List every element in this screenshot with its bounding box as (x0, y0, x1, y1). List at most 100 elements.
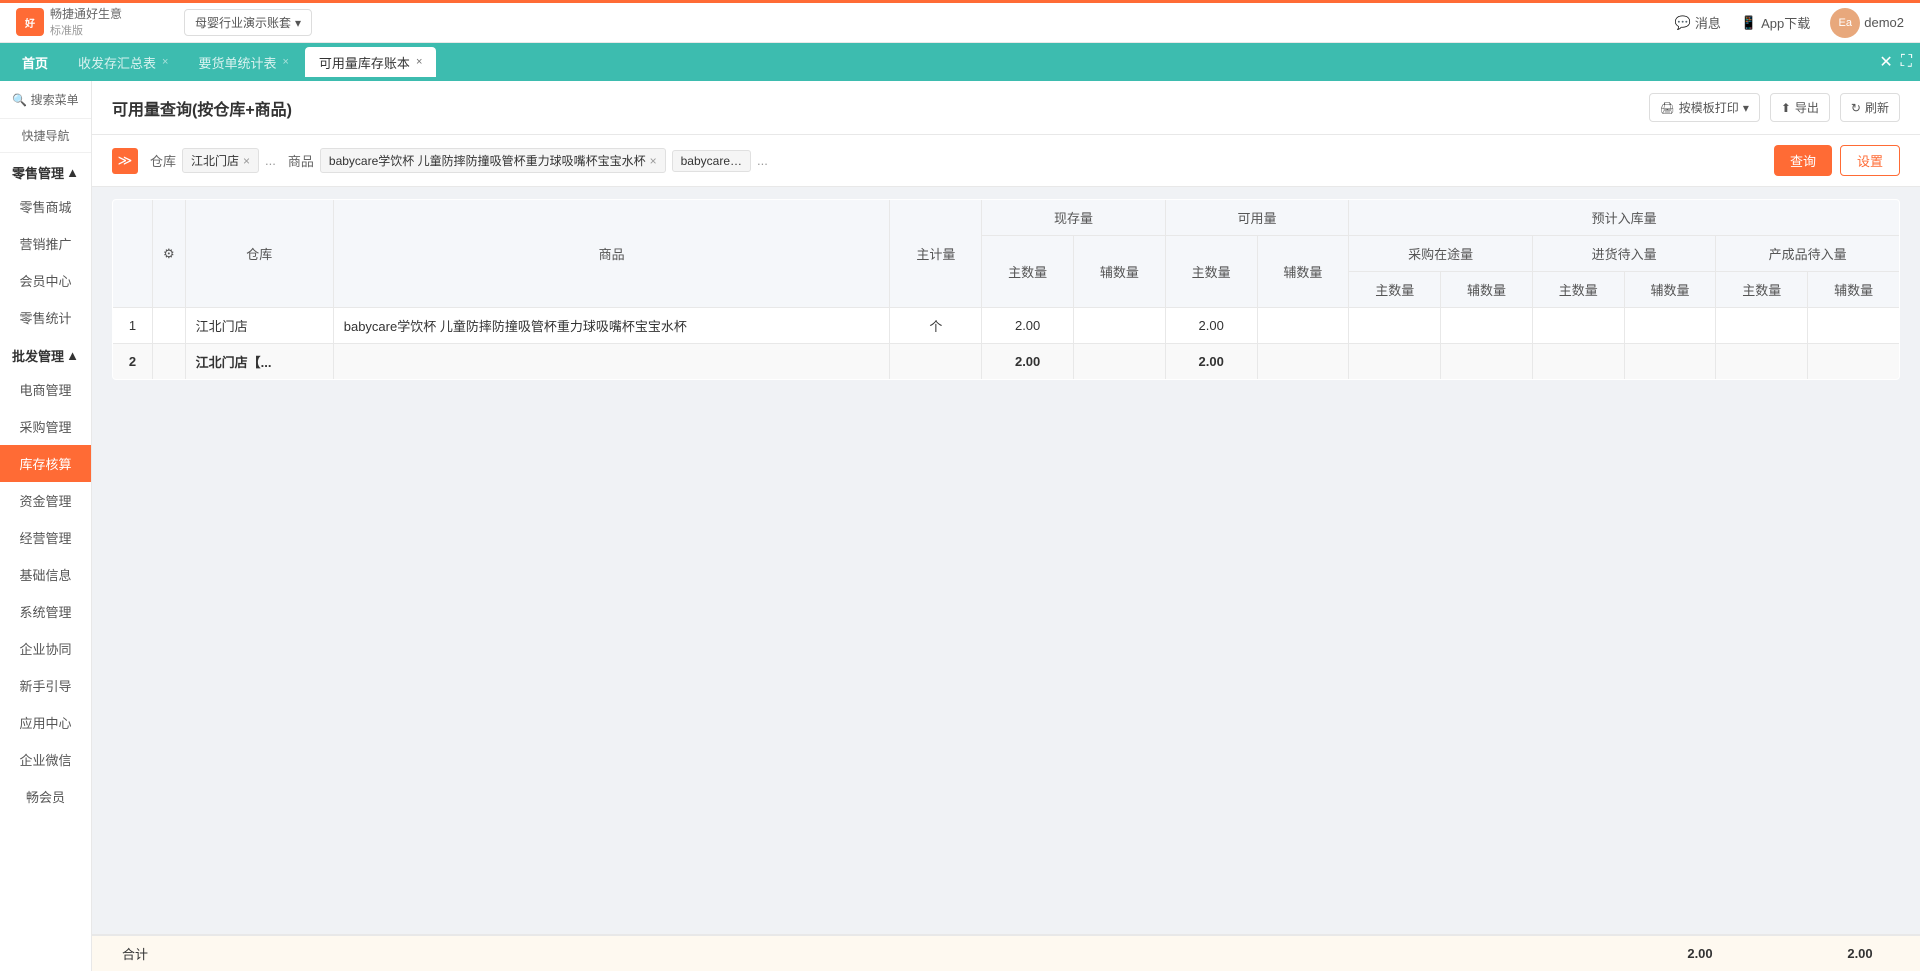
export-label: 导出 (1795, 99, 1819, 116)
tab-inventory-summary[interactable]: 收发存汇总表 × (64, 47, 182, 77)
tab-home[interactable]: 首页 (8, 47, 62, 77)
tab-available-stock-close[interactable]: × (416, 56, 422, 68)
sidebar-item-app-center[interactable]: 应用中心 (0, 704, 91, 741)
sidebar-finance-label: 资金管理 (19, 494, 71, 509)
sidebar-guide-label: 新手引导 (19, 679, 71, 694)
sidebar-item-finance[interactable]: 资金管理 (0, 482, 91, 519)
logo-text: 畅捷通好生意 (50, 7, 122, 21)
sidebar-item-purchasing[interactable]: 采购管理 (0, 408, 91, 445)
row1-available-aux (1257, 308, 1349, 344)
sidebar-item-members[interactable]: 会员中心 (0, 262, 91, 299)
product-tag-1: babycare学饮杯 儿童防摔防撞吸管杯重力球吸嘴杯宝宝水杯 × (320, 148, 666, 173)
top-bar: 好 畅捷通好生意 标准版 母婴行业演示账套 ▾ 💬 消息 📱 App下载 Ea … (0, 3, 1920, 43)
logo-icon: 好 (16, 8, 44, 36)
logo-sub: 标准版 (50, 22, 122, 38)
messages-button[interactable]: 💬 消息 (1675, 13, 1721, 32)
tab-order-stats[interactable]: 要货单统计表 × (184, 47, 302, 77)
col-production-main: 主数量 (1716, 272, 1808, 308)
avatar: Ea (1830, 8, 1860, 38)
sidebar-item-enterprise[interactable]: 企业协同 (0, 630, 91, 667)
sidebar-search[interactable]: 🔍 搜索菜单 (0, 81, 91, 119)
product-tag-2: babycare… (672, 150, 751, 172)
warehouse-tag-text: 江北门店 (191, 152, 239, 169)
app-download-button[interactable]: 📱 App下载 (1741, 13, 1810, 32)
sidebar-quick-nav-label: 快捷导航 (21, 129, 69, 143)
product-filter-label: 商品 (288, 151, 314, 170)
sidebar: 🔍 搜索菜单 快捷导航 零售管理 ▲ 零售商城 营销推广 会员中心 零售统计 批… (0, 81, 92, 971)
table-container[interactable]: ⚙ 仓库 商品 主计量 现存量 可用量 预计入库量 主数量 辅数量 主数量 辅数… (92, 187, 1920, 934)
tab-order-stats-label: 要货单统计表 (198, 53, 276, 72)
col-settings[interactable]: ⚙ (153, 200, 186, 308)
product-tag-1-remove[interactable]: × (650, 154, 657, 168)
refresh-label: 刷新 (1865, 99, 1889, 116)
product-filter-group: 商品 babycare学饮杯 儿童防摔防撞吸管杯重力球吸嘴杯宝宝水杯 × bab… (288, 148, 768, 173)
refresh-icon: ↻ (1851, 101, 1861, 115)
sidebar-item-basics[interactable]: 基础信息 (0, 556, 91, 593)
col-current-stock-group: 现存量 (982, 200, 1166, 236)
warehouse-filter-group: 仓库 江北门店 × ... (150, 148, 276, 173)
chevron-up-icon-2: ▲ (66, 348, 79, 363)
sidebar-section-wholesale[interactable]: 批发管理 ▲ (0, 336, 91, 371)
col-available-group: 可用量 (1165, 200, 1349, 236)
close-window-icon[interactable]: ✕ (1879, 52, 1892, 72)
industry-selector[interactable]: 母婴行业演示账套 ▾ (184, 9, 312, 36)
app-download-label: App下载 (1761, 13, 1810, 32)
sidebar-item-system[interactable]: 系统管理 (0, 593, 91, 630)
sidebar-item-guide[interactable]: 新手引导 (0, 667, 91, 704)
query-button[interactable]: 查询 (1774, 145, 1832, 176)
tab-inventory-summary-close[interactable]: × (162, 56, 168, 68)
sidebar-item-operations[interactable]: 经营管理 (0, 519, 91, 556)
warehouse-tag-remove[interactable]: × (243, 154, 250, 168)
col-incoming-aux: 辅数量 (1624, 272, 1716, 308)
main-layout: 🔍 搜索菜单 快捷导航 零售管理 ▲ 零售商城 营销推广 会员中心 零售统计 批… (0, 81, 1920, 971)
col-inbound-group: 预计入库量 (1349, 200, 1900, 236)
sidebar-item-ecommerce[interactable]: 电商管理 (0, 371, 91, 408)
row1-production-aux (1808, 308, 1900, 344)
template-print-button[interactable]: 🖨 按模板打印 ▾ (1649, 93, 1760, 122)
col-production-aux: 辅数量 (1808, 272, 1900, 308)
user-area[interactable]: Ea demo2 (1830, 8, 1904, 38)
sidebar-retail-label: 零售管理 (12, 163, 64, 182)
print-icon: 🖨 (1660, 101, 1675, 115)
settings-button[interactable]: 设置 (1840, 145, 1900, 176)
logo-text-area: 畅捷通好生意 标准版 (50, 7, 122, 37)
sidebar-section-retail[interactable]: 零售管理 ▲ (0, 153, 91, 188)
product-filter-more[interactable]: ... (757, 153, 768, 168)
warehouse-filter-label: 仓库 (150, 151, 176, 170)
sidebar-item-membership[interactable]: 畅会员 (0, 778, 91, 815)
tab-order-stats-close[interactable]: × (282, 56, 288, 68)
row1-current-aux (1074, 308, 1166, 344)
col-available-main: 主数量 (1165, 236, 1257, 308)
export-icon: ⬆ (1781, 101, 1791, 115)
col-production-group: 产成品待入量 (1716, 236, 1900, 272)
sidebar-item-inventory[interactable]: 库存核算 (0, 445, 91, 482)
refresh-button[interactable]: ↻ 刷新 (1840, 93, 1900, 122)
table-row: 2 江北门店【... 2.00 2.00 (113, 344, 1900, 380)
data-table: ⚙ 仓库 商品 主计量 现存量 可用量 预计入库量 主数量 辅数量 主数量 辅数… (112, 199, 1900, 380)
tab-available-stock[interactable]: 可用量库存账本 × (305, 47, 436, 77)
template-print-label: 按模板打印 (1679, 99, 1739, 116)
sidebar-item-retail-stats[interactable]: 零售统计 (0, 299, 91, 336)
filter-toggle-button[interactable]: ≫ (112, 148, 138, 174)
row1-index: 1 (113, 308, 153, 344)
maximize-icon[interactable]: ⛶ (1901, 53, 1912, 71)
tab-bar-actions: ✕ ⛶ (1879, 52, 1912, 72)
sidebar-item-wechat[interactable]: 企业微信 (0, 741, 91, 778)
row2-warehouse: 江北门店【... (185, 344, 333, 380)
export-button[interactable]: ⬆ 导出 (1770, 93, 1830, 122)
row2-index: 2 (113, 344, 153, 380)
row2-incoming-aux (1624, 344, 1716, 380)
row2-available-aux (1257, 344, 1349, 380)
sidebar-quick-nav[interactable]: 快捷导航 (0, 119, 91, 153)
row2-unit (890, 344, 982, 380)
col-incoming-group: 进货待入量 (1532, 236, 1716, 272)
sidebar-item-marketing[interactable]: 营销推广 (0, 225, 91, 262)
sidebar-ecommerce-label: 电商管理 (19, 383, 71, 398)
sidebar-purchasing-label: 采购管理 (19, 420, 71, 435)
tab-inventory-summary-label: 收发存汇总表 (78, 53, 156, 72)
sidebar-app-center-label: 应用中心 (19, 716, 71, 731)
logo-area: 好 畅捷通好生意 标准版 (16, 7, 176, 37)
warehouse-filter-more[interactable]: ... (265, 153, 276, 168)
sidebar-item-online-store[interactable]: 零售商城 (0, 188, 91, 225)
sidebar-marketing-label: 营销推广 (19, 237, 71, 252)
